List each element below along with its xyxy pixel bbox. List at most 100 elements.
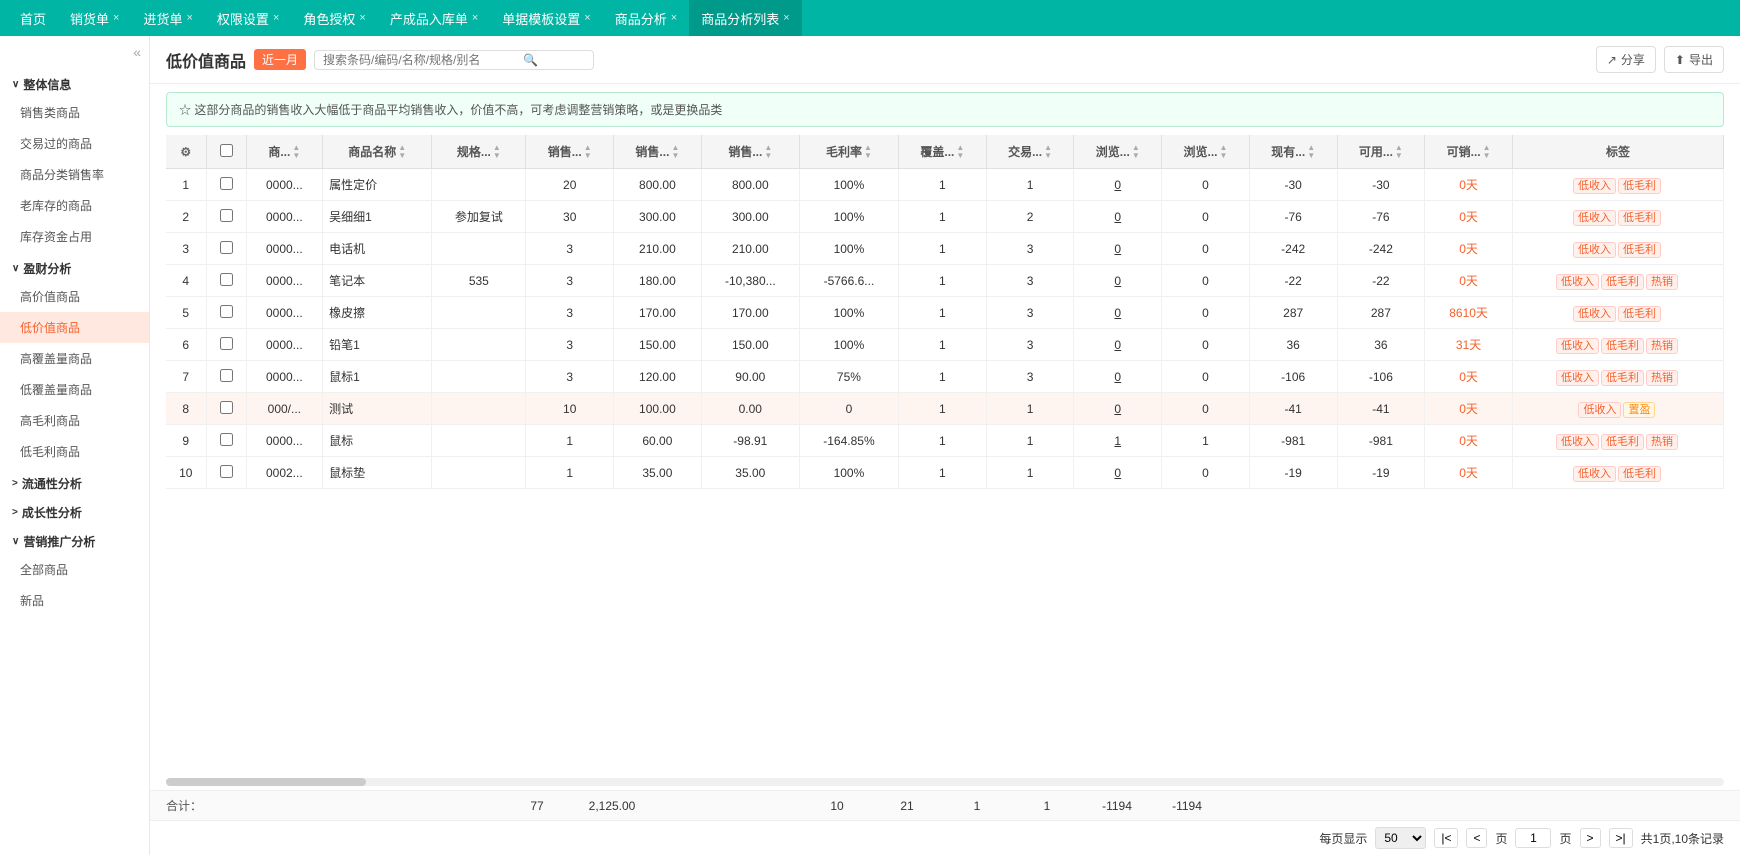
tag-低收入[interactable]: 低收入: [1573, 466, 1616, 482]
tag-低毛利[interactable]: 低毛利: [1618, 210, 1661, 226]
row-checkbox-cell[interactable]: [206, 361, 246, 393]
nav-item-角色授权[interactable]: 角色授权×: [291, 0, 377, 36]
horizontal-scrollbar[interactable]: [166, 778, 1724, 786]
tag-低收入[interactable]: 低收入: [1556, 370, 1599, 386]
tag-热销[interactable]: 热销: [1646, 434, 1678, 450]
th-stock2[interactable]: 可用...▲▼: [1337, 135, 1425, 169]
th-spec[interactable]: 规格...▲▼: [432, 135, 526, 169]
page-size-select[interactable]: 50 100: [1375, 827, 1426, 849]
tag-低毛利[interactable]: 低毛利: [1618, 242, 1661, 258]
nav-close-icon[interactable]: ×: [472, 12, 478, 24]
sidebar-collapse-button[interactable]: «: [0, 36, 149, 68]
th-sales1[interactable]: 销售...▲▼: [526, 135, 614, 169]
th-name[interactable]: 商品名称▲▼: [323, 135, 432, 169]
th-browse2[interactable]: 浏览...▲▼: [1162, 135, 1250, 169]
tag-热销[interactable]: 热销: [1646, 274, 1678, 290]
tag-低毛利[interactable]: 低毛利: [1618, 306, 1661, 322]
sidebar-group-title[interactable]: ∨整体信息: [0, 68, 149, 97]
tag-低毛利[interactable]: 低毛利: [1601, 434, 1644, 450]
row-checkbox-cell[interactable]: [206, 233, 246, 265]
sidebar-item-销售类商品[interactable]: 销售类商品: [0, 97, 149, 128]
nav-item-权限设置[interactable]: 权限设置×: [205, 0, 291, 36]
sidebar-item-新品[interactable]: 新品: [0, 585, 149, 616]
select-all-checkbox[interactable]: [220, 144, 233, 157]
tag-低毛利[interactable]: 低毛利: [1618, 466, 1661, 482]
tag-低毛利[interactable]: 低毛利: [1601, 274, 1644, 290]
row-checkbox-cell[interactable]: [206, 393, 246, 425]
sidebar-item-交易过的商品[interactable]: 交易过的商品: [0, 128, 149, 159]
tag-低收入[interactable]: 低收入: [1556, 338, 1599, 354]
nav-close-icon[interactable]: ×: [783, 12, 789, 24]
sidebar-item-低覆盖量商品[interactable]: 低覆盖量商品: [0, 374, 149, 405]
th-browse1[interactable]: 浏览...▲▼: [1074, 135, 1162, 169]
sidebar-group-title[interactable]: >流通性分析: [0, 467, 149, 496]
scrollbar-thumb[interactable]: [166, 778, 366, 786]
tag-低收入[interactable]: 低收入: [1573, 210, 1616, 226]
th-sales2[interactable]: 销售...▲▼: [614, 135, 702, 169]
th-sales3[interactable]: 销售...▲▼: [701, 135, 799, 169]
tag-低毛利[interactable]: 低毛利: [1601, 338, 1644, 354]
sidebar-group-title[interactable]: ∨营销推广分析: [0, 525, 149, 554]
th-cover[interactable]: 覆盖...▲▼: [899, 135, 987, 169]
sidebar-item-高覆盖量商品[interactable]: 高覆盖量商品: [0, 343, 149, 374]
tag-低收入[interactable]: 低收入: [1573, 242, 1616, 258]
page-number-input[interactable]: [1515, 828, 1551, 848]
th-trade[interactable]: 交易...▲▼: [986, 135, 1074, 169]
nav-item-销货单[interactable]: 销货单×: [58, 0, 131, 36]
nav-item-进货单[interactable]: 进货单×: [131, 0, 204, 36]
th-stock3[interactable]: 可销...▲▼: [1425, 135, 1513, 169]
sidebar-item-低毛利商品[interactable]: 低毛利商品: [0, 436, 149, 467]
sidebar-item-高价值商品[interactable]: 高价值商品: [0, 281, 149, 312]
tag-低收入[interactable]: 低收入: [1573, 306, 1616, 322]
sidebar-group-title[interactable]: >成长性分析: [0, 496, 149, 525]
nav-close-icon[interactable]: ×: [273, 12, 279, 24]
row-checkbox-cell[interactable]: [206, 457, 246, 489]
tag-低收入[interactable]: 低收入: [1573, 178, 1616, 194]
first-page-button[interactable]: |<: [1434, 828, 1458, 848]
tag-低收入[interactable]: 低收入: [1556, 434, 1599, 450]
nav-item-商品分析[interactable]: 商品分析×: [603, 0, 689, 36]
th-checkbox[interactable]: [206, 135, 246, 169]
th-gross[interactable]: 毛利率▲▼: [799, 135, 898, 169]
nav-close-icon[interactable]: ×: [359, 12, 365, 24]
row-checkbox-cell[interactable]: [206, 265, 246, 297]
sidebar-item-全部商品[interactable]: 全部商品: [0, 554, 149, 585]
table-container[interactable]: ⚙ 商...▲▼ 商品名称▲▼ 规格...▲▼ 销售...▲▼ 销售...▲▼ …: [150, 135, 1740, 774]
prev-page-button[interactable]: <: [1466, 828, 1487, 848]
row-checkbox-cell[interactable]: [206, 201, 246, 233]
sidebar-item-老库存的商品[interactable]: 老库存的商品: [0, 190, 149, 221]
nav-item-产成品入库单[interactable]: 产成品入库单×: [378, 0, 490, 36]
filter-tag-button[interactable]: 近一月: [254, 49, 306, 70]
tag-低收入[interactable]: 低收入: [1578, 402, 1621, 418]
tag-热销[interactable]: 热销: [1646, 370, 1678, 386]
nav-item-单据模板设置[interactable]: 单据模板设置×: [490, 0, 602, 36]
nav-close-icon[interactable]: ×: [186, 12, 192, 24]
sidebar-item-高毛利商品[interactable]: 高毛利商品: [0, 405, 149, 436]
th-stock1[interactable]: 现有...▲▼: [1249, 135, 1337, 169]
row-checkbox-cell[interactable]: [206, 297, 246, 329]
tag-热销[interactable]: 热销: [1646, 338, 1678, 354]
tag-低毛利[interactable]: 低毛利: [1601, 370, 1644, 386]
share-button[interactable]: ↗ 分享: [1596, 46, 1656, 73]
tag-置盈[interactable]: 置盈: [1623, 402, 1655, 418]
sidebar-item-库存资金占用[interactable]: 库存资金占用: [0, 221, 149, 252]
export-button[interactable]: ⬆ 导出: [1664, 46, 1724, 73]
sidebar-group-title[interactable]: ∨盈财分析: [0, 252, 149, 281]
th-code[interactable]: 商...▲▼: [246, 135, 323, 169]
row-checkbox-cell[interactable]: [206, 169, 246, 201]
nav-item-首页[interactable]: 首页: [8, 0, 58, 36]
nav-item-商品分析列表[interactable]: 商品分析列表×: [689, 0, 801, 36]
last-page-button[interactable]: >|: [1609, 828, 1633, 848]
row-checkbox-cell[interactable]: [206, 425, 246, 457]
row-checkbox-cell[interactable]: [206, 329, 246, 361]
search-input[interactable]: [323, 53, 523, 67]
next-page-button[interactable]: >: [1580, 828, 1601, 848]
nav-close-icon[interactable]: ×: [113, 12, 119, 24]
sidebar-item-低价值商品[interactable]: 低价值商品: [0, 312, 149, 343]
tag-低毛利[interactable]: 低毛利: [1618, 178, 1661, 194]
search-icon[interactable]: 🔍: [523, 53, 538, 67]
th-settings[interactable]: ⚙: [166, 135, 206, 169]
sidebar-item-商品分类销售率[interactable]: 商品分类销售率: [0, 159, 149, 190]
tag-低收入[interactable]: 低收入: [1556, 274, 1599, 290]
settings-icon[interactable]: ⚙: [180, 145, 191, 159]
